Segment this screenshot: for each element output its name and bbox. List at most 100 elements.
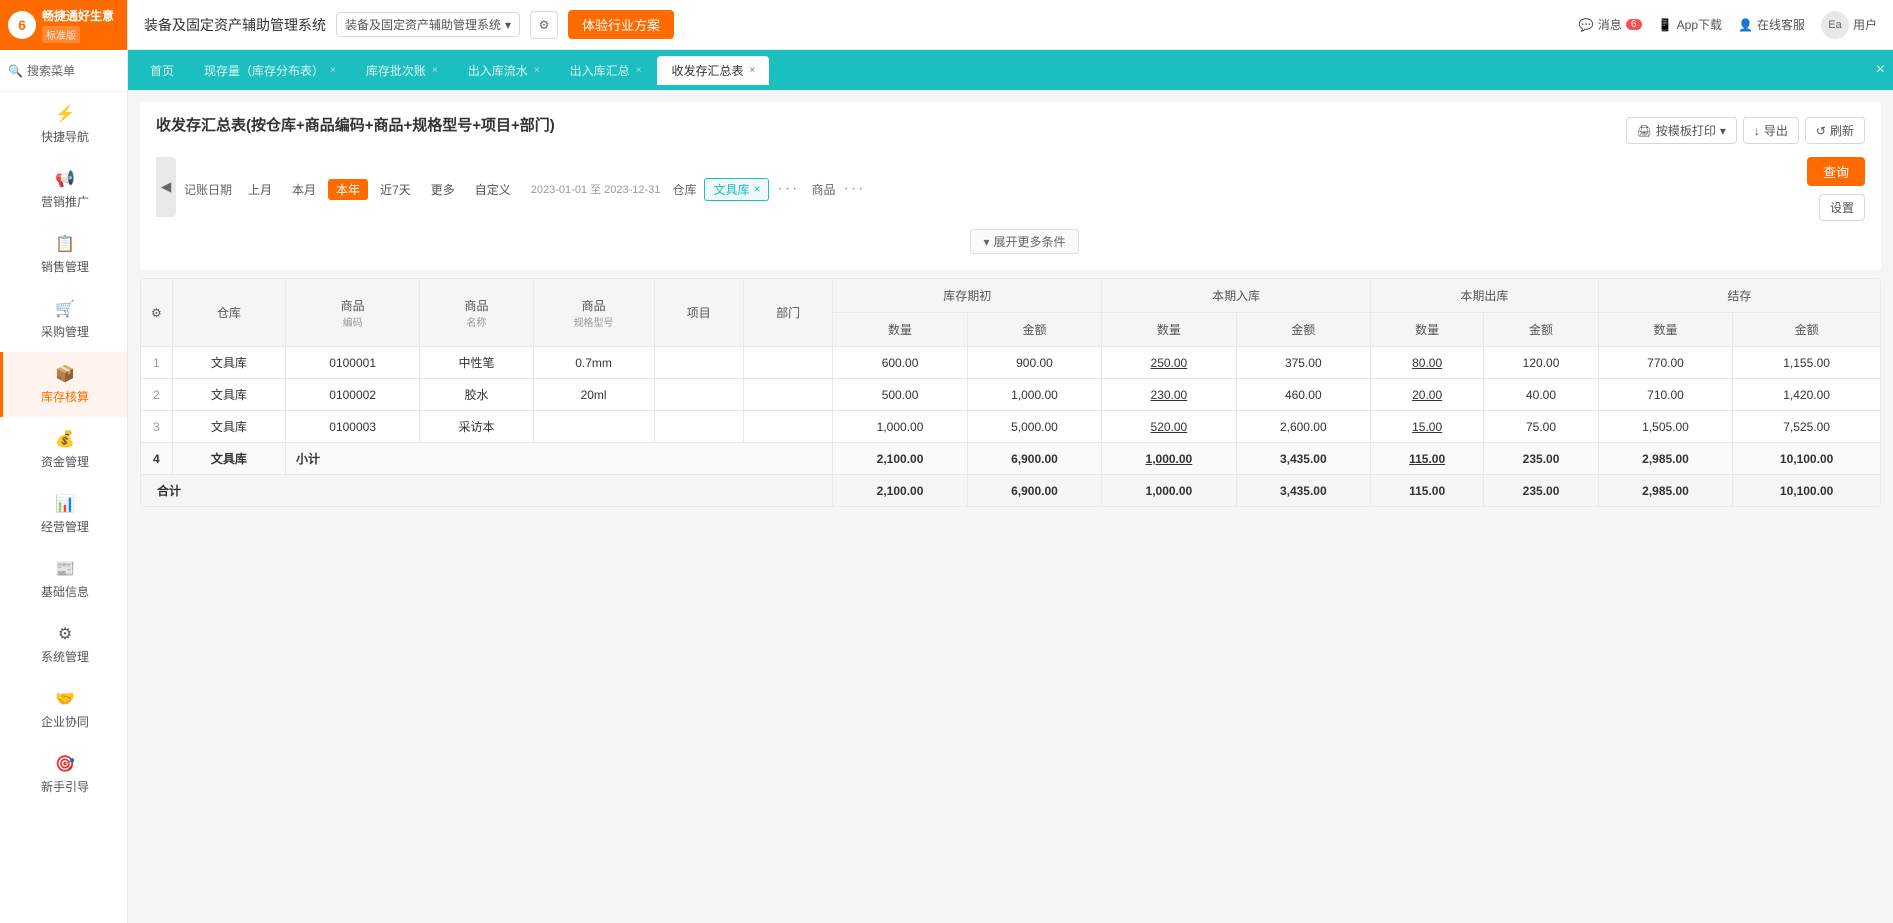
row-in-qty[interactable]: 250.00 — [1102, 347, 1236, 379]
row-out-qty[interactable]: 15.00 — [1371, 411, 1484, 443]
topbar-settings-button[interactable]: ⚙ — [530, 11, 558, 39]
tab-close-icon[interactable]: × — [636, 65, 642, 76]
row-project — [654, 379, 743, 411]
search-menu-button[interactable]: 🔍 搜索菜单 — [8, 58, 119, 83]
col-sub-bal-amount: 金额 — [1733, 313, 1881, 347]
row-bal-amount: 7,525.00 — [1733, 411, 1881, 443]
print-button[interactable]: 🖨 按模板打印 ▾ — [1626, 117, 1737, 144]
expand-more-button[interactable]: ▾ 展开更多条件 — [970, 229, 1078, 254]
trial-button[interactable]: 体验行业方案 — [568, 10, 674, 39]
tab-close-icon[interactable]: × — [534, 65, 540, 76]
sidebar-item-cooperation[interactable]: 🤝 企业协同 — [0, 677, 127, 742]
sidebar-item-purchase[interactable]: 🛒 采购管理 — [0, 287, 127, 352]
date-btn-7days[interactable]: 近7天 — [372, 179, 419, 200]
sidebar-item-finance[interactable]: 💰 资金管理 — [0, 417, 127, 482]
total-open-amount: 6,900.00 — [967, 475, 1101, 507]
sidebar-search-area: 🔍 搜索菜单 — [0, 50, 127, 92]
subtotal-bal-amount: 10,100.00 — [1733, 443, 1881, 475]
goods-dots[interactable]: ··· — [843, 180, 865, 198]
messages-badge: 6 — [1626, 19, 1642, 30]
sidebar-item-label: 基础信息 — [41, 583, 89, 600]
sidebar-item-quicknav[interactable]: ⚡ 快捷导航 — [0, 92, 127, 157]
filter-wrapper: ◀ 记账日期 上月 本月 本年 近7天 更多 自定义 — [156, 157, 1865, 258]
col-header-balance: 结存 — [1598, 279, 1880, 313]
tab-close-icon[interactable]: × — [749, 65, 755, 76]
sidebar-item-guide[interactable]: 🎯 新手引导 — [0, 742, 127, 807]
sidebar-item-business[interactable]: 📊 经营管理 — [0, 482, 127, 547]
data-table: ⚙ 仓库 商品编码 商品名称 商品规格型号 项目 部门 库存期初 本期入库 本期… — [140, 278, 1881, 507]
subtotal-in-qty[interactable]: 1,000.00 — [1102, 443, 1236, 475]
tabbar: 首页 现存量（库存分布表） × 库存批次账 × 出入库流水 × 出入库汇总 × … — [128, 50, 1893, 90]
tab-receive-summary[interactable]: 收发存汇总表 × — [657, 56, 769, 85]
query-button[interactable]: 查询 — [1807, 157, 1865, 186]
refresh-button[interactable]: ↺ 刷新 — [1805, 117, 1865, 144]
col-sub-in-qty: 数量 — [1102, 313, 1236, 347]
sidebar-item-inventory[interactable]: 📦 库存核算 — [0, 352, 127, 417]
row-project — [654, 411, 743, 443]
subtotal-warehouse: 文具库 — [172, 443, 285, 475]
page-content: 收发存汇总表(按仓库+商品编码+商品+规格型号+项目+部门) 🖨 按模板打印 ▾… — [128, 90, 1893, 923]
date-btn-this-year[interactable]: 本年 — [328, 179, 368, 200]
date-btn-more[interactable]: 更多 — [423, 179, 463, 200]
settings-small-button[interactable]: 设置 — [1819, 194, 1865, 221]
message-icon: 💬 — [1579, 18, 1594, 32]
topbar-right: 💬 消息 6 📱 App下载 👤 在线客服 Ea 用户 — [1579, 11, 1877, 39]
sidebar-logo: 6 畅捷通好生意 标准版 — [0, 0, 127, 50]
row-dept — [743, 411, 832, 443]
date-btn-last-month[interactable]: 上月 — [240, 179, 280, 200]
service-icon: 👤 — [1738, 18, 1753, 32]
tab-home[interactable]: 首页 — [136, 56, 188, 85]
warehouse-remove-icon[interactable]: × — [753, 182, 760, 196]
sidebar-item-marketing[interactable]: 📢 营销推广 — [0, 157, 127, 222]
tab-summary[interactable]: 出入库汇总 × — [556, 56, 656, 85]
date-label: 记账日期 — [184, 181, 232, 198]
search-icon: 🔍 — [8, 64, 23, 78]
sidebar-item-label: 资金管理 — [41, 453, 89, 470]
tab-inventory-dist[interactable]: 现存量（库存分布表） × — [190, 56, 350, 85]
warehouse-tag[interactable]: 文具库 × — [704, 178, 769, 201]
topbar-left: 装备及固定资产辅助管理系统 装备及固定资产辅助管理系统 ▾ ⚙ 体验行业方案 — [144, 10, 674, 39]
table-settings-icon[interactable]: ⚙ — [141, 279, 173, 347]
user-button[interactable]: Ea 用户 — [1821, 11, 1877, 39]
export-button[interactable]: ↓ 导出 — [1743, 117, 1799, 144]
filter-row2: ▾ 展开更多条件 — [184, 221, 1865, 258]
tab-flow[interactable]: 出入库流水 × — [454, 56, 554, 85]
row-out-qty[interactable]: 20.00 — [1371, 379, 1484, 411]
col-sub-open-qty: 数量 — [833, 313, 967, 347]
row-goods-name: 采访本 — [420, 411, 533, 443]
sidebar-item-sales[interactable]: 📋 销售管理 — [0, 222, 127, 287]
sidebar-item-basic[interactable]: 📰 基础信息 — [0, 547, 127, 612]
basic-icon: 📰 — [55, 559, 75, 579]
chevron-down-icon: ▾ — [1720, 124, 1726, 138]
tab-batch[interactable]: 库存批次账 × — [352, 56, 452, 85]
subtotal-out-qty[interactable]: 115.00 — [1371, 443, 1484, 475]
sidebar-item-label: 系统管理 — [41, 648, 89, 665]
row-in-qty[interactable]: 520.00 — [1102, 411, 1236, 443]
col-header-goods-spec: 商品规格型号 — [533, 279, 654, 347]
subtotal-open-qty: 2,100.00 — [833, 443, 967, 475]
warehouse-dots[interactable]: ··· — [777, 180, 799, 198]
phone-icon: 📱 — [1658, 18, 1673, 32]
system-dropdown[interactable]: 装备及固定资产辅助管理系统 ▾ — [336, 12, 520, 37]
col-sub-open-amount: 金额 — [967, 313, 1101, 347]
row-out-qty[interactable]: 80.00 — [1371, 347, 1484, 379]
total-label: 合计 — [141, 475, 833, 507]
tab-close-icon[interactable]: × — [330, 65, 336, 76]
sidebar-item-label: 经营管理 — [41, 518, 89, 535]
row-index: 1 — [141, 347, 173, 379]
filter-collapse-button[interactable]: ◀ — [156, 157, 176, 217]
date-range-display: 2023-01-01 至 2023-12-31 — [531, 181, 661, 197]
logo-icon: 6 — [8, 11, 36, 39]
row-in-qty[interactable]: 230.00 — [1102, 379, 1236, 411]
tabbar-close-all[interactable]: × — [1876, 61, 1885, 79]
tab-close-icon[interactable]: × — [432, 65, 438, 76]
messages-button[interactable]: 💬 消息 6 — [1579, 16, 1642, 33]
app-download-button[interactable]: 📱 App下载 — [1658, 16, 1722, 33]
col-header-in: 本期入库 — [1102, 279, 1371, 313]
sidebar-item-label: 企业协同 — [41, 713, 89, 730]
row-out-amount: 120.00 — [1484, 347, 1599, 379]
date-btn-this-month[interactable]: 本月 — [284, 179, 324, 200]
online-service-button[interactable]: 👤 在线客服 — [1738, 16, 1805, 33]
sidebar-item-system[interactable]: ⚙ 系统管理 — [0, 612, 127, 677]
date-btn-custom[interactable]: 自定义 — [467, 179, 519, 200]
